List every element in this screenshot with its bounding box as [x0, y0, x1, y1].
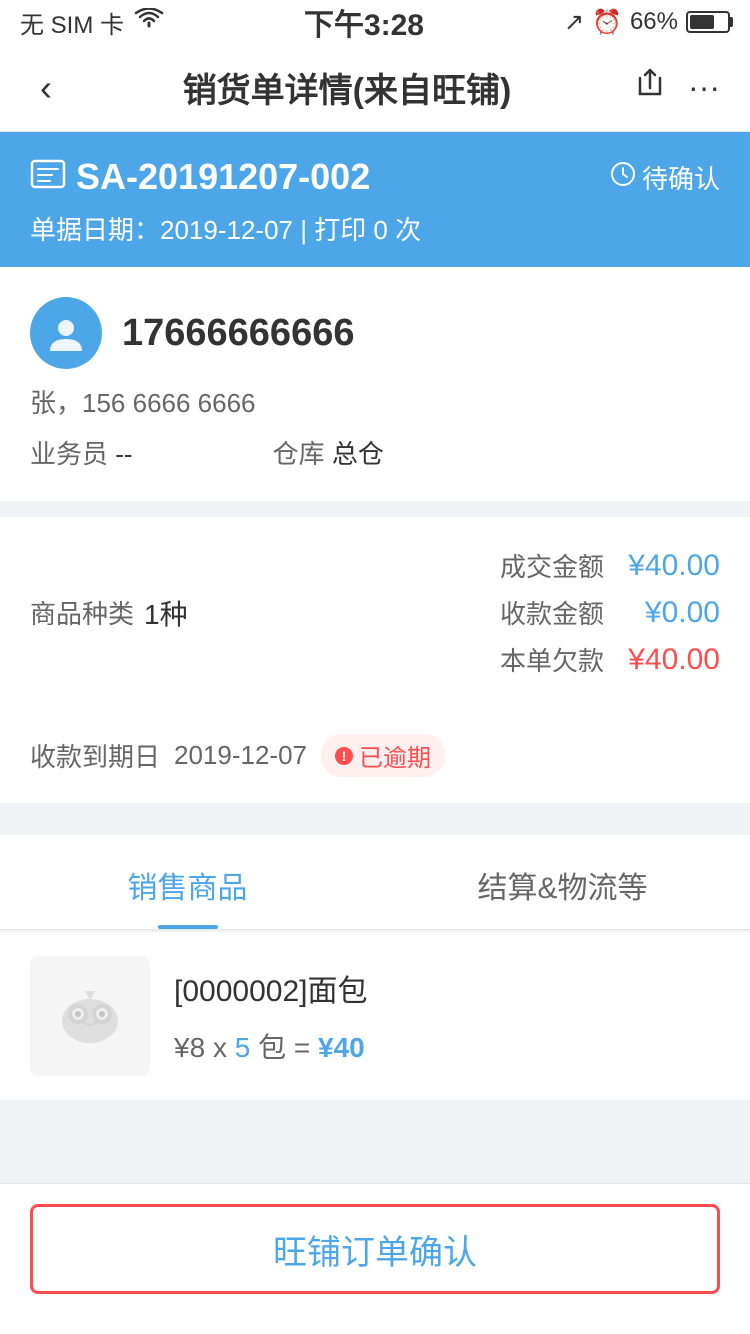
- order-icon: [30, 156, 66, 198]
- alarm-icon: ⏰: [592, 8, 622, 37]
- product-price: ¥8 x 5 包 = ¥40: [174, 1026, 720, 1066]
- more-icon[interactable]: ···: [688, 69, 720, 106]
- overdue-text: 已逾期: [359, 738, 431, 773]
- customer-card: 17666666666 张，156 6666 6666 业务员 -- 仓库 总仓: [0, 267, 750, 501]
- due-date-card: 收款到期日 2019-12-07 ! 已逾期: [0, 708, 750, 803]
- status-left: 无 SIM 卡: [20, 5, 164, 40]
- separator-2: [0, 803, 750, 819]
- status-bar: 无 SIM 卡 下午3:28 ↗ ⏰ 66%: [0, 0, 750, 44]
- product-total: ¥40: [318, 1032, 365, 1063]
- product-type: 商品种类 1种: [30, 547, 360, 678]
- overdue-icon: !: [335, 747, 353, 765]
- bottom-bar: 旺铺订单确认: [0, 1183, 750, 1334]
- order-date: 单据日期：2019-12-07 | 打印 0 次: [30, 210, 720, 247]
- location-icon: ↗: [564, 8, 584, 37]
- order-header: SA-20191207-002 待确认 单据日期：2019-12-07 | 打印…: [0, 132, 750, 267]
- warehouse-label: 仓库 总仓: [273, 434, 384, 471]
- tab-settlement-logistics[interactable]: 结算&物流等: [375, 835, 750, 929]
- status-text: 待确认: [642, 159, 720, 196]
- product-image: [30, 956, 150, 1076]
- share-icon[interactable]: [632, 66, 668, 110]
- wifi-icon: [134, 8, 164, 37]
- nav-actions: ···: [632, 66, 720, 110]
- product-name: [0000002]面包: [174, 966, 720, 1010]
- order-id-row: SA-20191207-002 待确认: [30, 156, 720, 198]
- due-date-label: 收款到期日: [30, 737, 160, 774]
- customer-meta: 业务员 -- 仓库 总仓: [30, 434, 720, 471]
- order-id: SA-20191207-002: [30, 156, 370, 198]
- customer-row: 17666666666: [30, 297, 720, 369]
- product-card: [0000002]面包 ¥8 x 5 包 = ¥40: [0, 932, 750, 1100]
- nav-bar: ‹ 销货单详情(来自旺铺) ···: [0, 44, 750, 132]
- battery-percent: 66%: [630, 8, 678, 36]
- due-date-value: 2019-12-07: [174, 740, 307, 771]
- carrier-text: 无 SIM 卡: [20, 5, 124, 40]
- page-title: 销货单详情(来自旺铺): [183, 63, 512, 112]
- back-button[interactable]: ‹: [30, 57, 62, 119]
- price-value: ¥8: [174, 1032, 205, 1063]
- transaction-amount: 成交金额 ¥40.00: [390, 547, 720, 584]
- received-amount: 收款金额 ¥0.00: [390, 594, 720, 631]
- tab-sales-products[interactable]: 销售商品: [0, 835, 375, 929]
- price-x: x: [213, 1032, 235, 1063]
- tabs: 销售商品 结算&物流等: [0, 835, 750, 930]
- customer-phone: 17666666666: [122, 312, 354, 355]
- customer-name: 张，156 6666 6666: [30, 383, 720, 420]
- clock-icon: [610, 161, 636, 194]
- overdue-badge: ! 已逾期: [321, 734, 445, 777]
- price-eq: =: [294, 1032, 318, 1063]
- status-time: 下午3:28: [304, 0, 424, 44]
- avatar: [30, 297, 102, 369]
- separator-1: [0, 501, 750, 517]
- status-right: ↗ ⏰ 66%: [564, 8, 730, 37]
- battery-icon: [686, 11, 730, 33]
- confirm-order-button[interactable]: 旺铺订单确认: [30, 1204, 720, 1294]
- order-id-text: SA-20191207-002: [76, 156, 370, 198]
- product-info: [0000002]面包 ¥8 x 5 包 = ¥40: [174, 966, 720, 1066]
- product-type-label: 商品种类: [30, 594, 134, 631]
- product-unit: 包: [258, 1032, 286, 1063]
- balance-amount: 本单欠款 ¥40.00: [390, 641, 720, 678]
- summary-card: 商品种类 1种 成交金额 ¥40.00 收款金额 ¥0.00 本单欠款 ¥40.…: [0, 517, 750, 708]
- order-status: 待确认: [610, 159, 720, 196]
- product-qty: 5: [235, 1032, 251, 1063]
- amounts: 成交金额 ¥40.00 收款金额 ¥0.00 本单欠款 ¥40.00: [390, 547, 720, 678]
- product-type-value: 1种: [144, 593, 188, 633]
- salesperson-label: 业务员 --: [30, 434, 133, 471]
